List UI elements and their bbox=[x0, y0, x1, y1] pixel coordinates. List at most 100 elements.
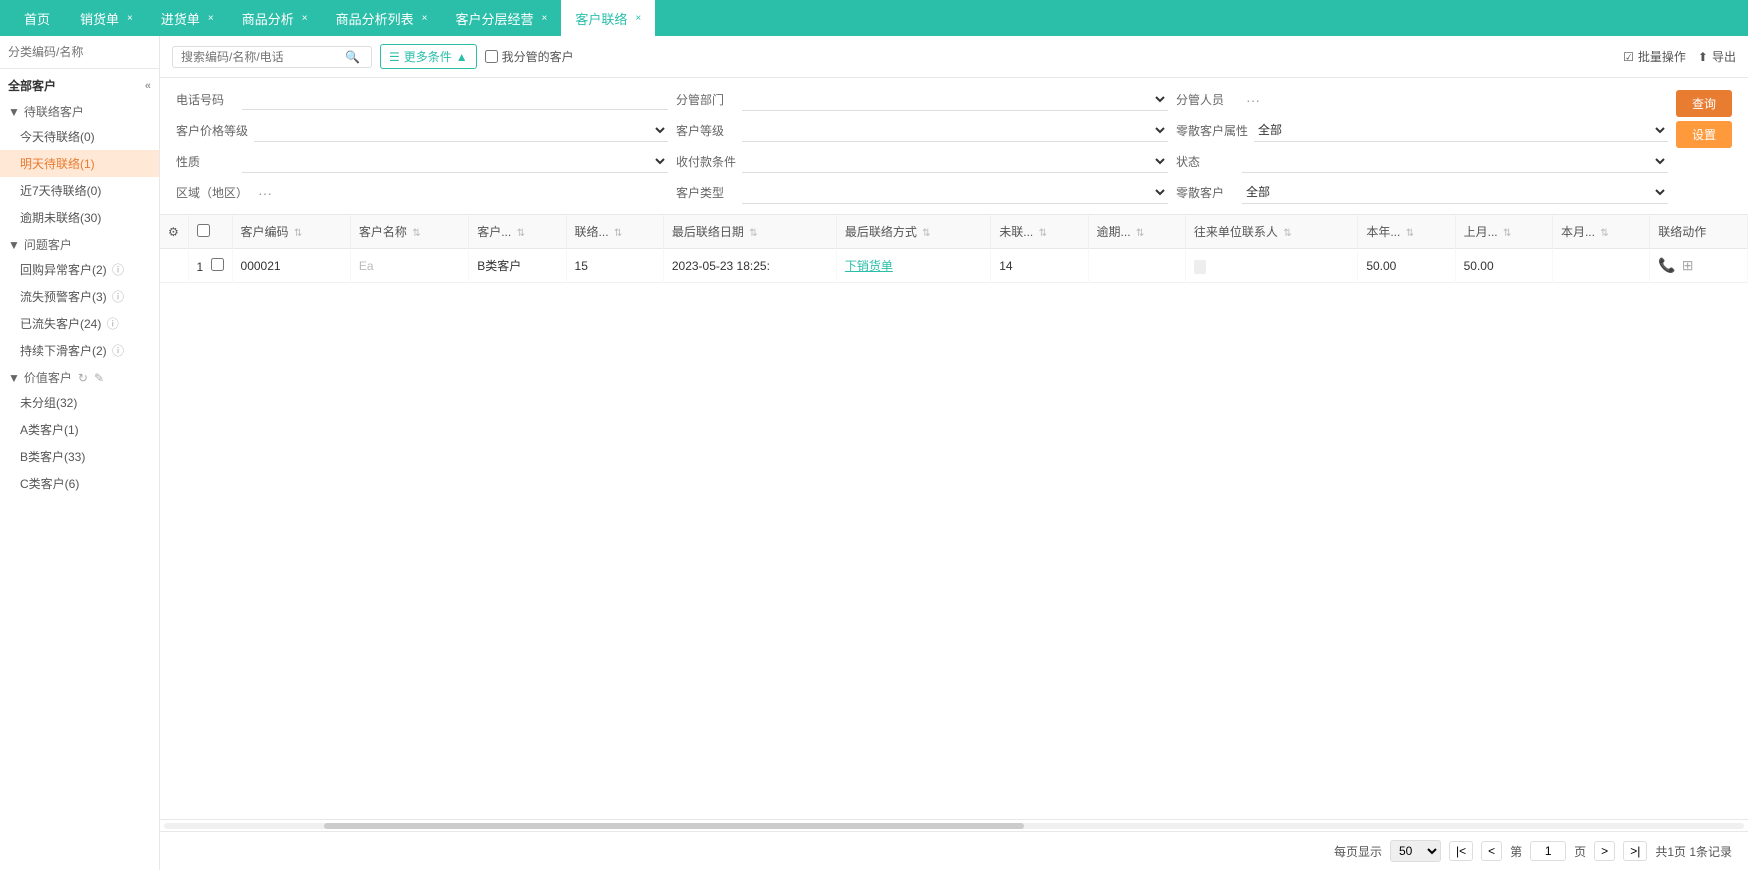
group-problem-customers[interactable]: ▼ 问题客户 bbox=[0, 231, 159, 256]
sidebar-churned[interactable]: 已流失客户(24) ⓘ bbox=[0, 310, 159, 337]
sort-icon-method[interactable]: ⇅ bbox=[922, 228, 930, 239]
query-button[interactable]: 查询 bbox=[1676, 90, 1732, 117]
batch-op-btn[interactable]: ☑ 批量操作 bbox=[1623, 48, 1686, 65]
group-pending-contact[interactable]: ▼ 待联络客户 bbox=[0, 98, 159, 123]
col-last-contact-method: 最后联络方式 ⇅ bbox=[836, 215, 990, 249]
nav-customer-contact[interactable]: 客户联络 × bbox=[561, 0, 655, 36]
filter-phone-input[interactable] bbox=[242, 89, 668, 110]
nav-sales-order[interactable]: 销货单 × bbox=[66, 0, 147, 36]
page-size-select[interactable]: 50 100 200 bbox=[1390, 840, 1441, 862]
first-page-btn[interactable]: |< bbox=[1449, 841, 1473, 861]
value-edit-icon[interactable]: ✎ bbox=[94, 371, 104, 385]
filter-price-level: 客户价格等级 bbox=[176, 119, 668, 142]
content-area: 🔍 ☰ 更多条件 ▲ 我分管的客户 ☑ 批量操作 ⬆ 导出 bbox=[160, 36, 1748, 870]
filter-payment-select[interactable] bbox=[742, 150, 1168, 173]
filter-dept-select[interactable] bbox=[742, 88, 1168, 111]
sort-icon-month[interactable]: ⇅ bbox=[1600, 228, 1608, 239]
select-all-checkbox[interactable] bbox=[197, 224, 210, 237]
sidebar-overdue-contact[interactable]: 逾期未联络(30) bbox=[0, 204, 159, 231]
sort-icon-year[interactable]: ⇅ bbox=[1406, 228, 1414, 239]
last-page-btn[interactable]: >| bbox=[1623, 841, 1647, 861]
sidebar-collapse-icon[interactable]: « bbox=[145, 80, 151, 92]
sort-icon-contacts[interactable]: ⇅ bbox=[614, 228, 622, 239]
horizontal-scrollbar[interactable] bbox=[160, 819, 1748, 831]
col-settings[interactable]: ⚙ bbox=[160, 215, 188, 249]
nav-customer-segment[interactable]: 客户分层经营 × bbox=[441, 0, 561, 36]
row-contacts: 15 bbox=[566, 249, 663, 283]
action-phone-icon[interactable]: 📞 bbox=[1658, 257, 1675, 274]
nav-purchase-order[interactable]: 进货单 × bbox=[147, 0, 228, 36]
nav-contact-close[interactable]: × bbox=[635, 13, 641, 24]
sort-icon-name[interactable]: ⇅ bbox=[412, 228, 420, 239]
sidebar-search-input[interactable] bbox=[8, 45, 160, 59]
row-this-month bbox=[1552, 249, 1649, 283]
sort-icon-overdue[interactable]: ⇅ bbox=[1136, 228, 1144, 239]
nav-product-analysis-close[interactable]: × bbox=[302, 13, 308, 24]
sort-icon-code[interactable]: ⇅ bbox=[294, 228, 302, 239]
filter-retail-customer: 零散客户 全部 bbox=[1176, 181, 1668, 204]
filter-price-select[interactable] bbox=[254, 119, 668, 142]
sidebar-7day-contact[interactable]: 近7天待联络(0) bbox=[0, 177, 159, 204]
row-checkbox[interactable] bbox=[211, 258, 224, 271]
export-label: 导出 bbox=[1712, 48, 1736, 65]
nav-product-list-close[interactable]: × bbox=[422, 13, 428, 24]
sidebar-tomorrow-contact[interactable]: 明天待联络(1) bbox=[0, 150, 159, 177]
sort-icon-uncontacted[interactable]: ⇅ bbox=[1039, 228, 1047, 239]
nav-segment-close[interactable]: × bbox=[541, 13, 547, 24]
prev-page-btn[interactable]: < bbox=[1481, 841, 1502, 861]
filter-region-dots[interactable]: ··· bbox=[254, 185, 276, 201]
sidebar-today-contact[interactable]: 今天待联络(0) bbox=[0, 123, 159, 150]
sidebar-churn-warning[interactable]: 流失预警客户(3) ⓘ bbox=[0, 283, 159, 310]
sidebar-repurchase-abnormal[interactable]: 回购异常客户(2) ⓘ bbox=[0, 256, 159, 283]
sidebar-declining[interactable]: 持续下滑客户(2) ⓘ bbox=[0, 337, 159, 364]
group-title-1: 问题客户 bbox=[24, 236, 72, 253]
col-uncontacted: 未联... ⇅ bbox=[991, 215, 1088, 249]
search-input[interactable] bbox=[181, 50, 341, 64]
sort-icon-date[interactable]: ⇅ bbox=[749, 228, 757, 239]
filter-person-dots[interactable]: ··· bbox=[1242, 92, 1264, 108]
action-grid-icon[interactable]: ⊞ bbox=[1682, 257, 1694, 274]
filter-customer-type: 客户类型 bbox=[676, 181, 1168, 204]
nav-product-analysis[interactable]: 商品分析 × bbox=[228, 0, 322, 36]
sidebar-a-class[interactable]: A类客户(1) bbox=[0, 416, 159, 443]
nav-sales-close[interactable]: × bbox=[127, 13, 133, 24]
filter-type-select[interactable] bbox=[742, 181, 1168, 204]
sidebar-b-class[interactable]: B类客户(33) bbox=[0, 443, 159, 470]
action-icons: 📞 ⊞ bbox=[1658, 257, 1739, 274]
set-button[interactable]: 设置 bbox=[1676, 121, 1732, 148]
col-actions: 联络动作 bbox=[1650, 215, 1748, 249]
sort-icon-type[interactable]: ⇅ bbox=[517, 228, 525, 239]
my-customers-checkbox[interactable] bbox=[485, 50, 498, 63]
all-customers-header[interactable]: 全部客户 « bbox=[0, 69, 159, 98]
filter-retail-attr-select[interactable]: 全部 bbox=[1254, 119, 1668, 142]
filter-nature-select[interactable] bbox=[242, 150, 668, 173]
page-number-input[interactable] bbox=[1530, 841, 1566, 861]
filter-retail-select[interactable]: 全部 bbox=[1242, 181, 1668, 204]
more-filter-btn[interactable]: ☰ 更多条件 ▲ bbox=[380, 44, 477, 69]
settings-icon[interactable]: ⚙ bbox=[168, 225, 179, 239]
filter-status-select[interactable] bbox=[1242, 150, 1668, 173]
group-value-customers[interactable]: ▼ 价值客户 ↻ ✎ bbox=[0, 364, 159, 389]
value-refresh-icon[interactable]: ↻ bbox=[78, 371, 88, 385]
filter-level-select[interactable] bbox=[742, 119, 1168, 142]
contact-method-link[interactable]: 下销货单 bbox=[845, 259, 893, 273]
nav-product-analysis-list[interactable]: 商品分析列表 × bbox=[322, 0, 442, 36]
sidebar-c-class[interactable]: C类客户(6) bbox=[0, 470, 159, 497]
sidebar-search-wrap: 🔍 bbox=[0, 36, 159, 69]
nav-purchase-close[interactable]: × bbox=[208, 13, 214, 24]
scrollbar-track bbox=[164, 823, 1744, 829]
filter-region: 区域（地区） ··· bbox=[176, 184, 668, 201]
filter-region-label: 区域（地区） bbox=[176, 184, 248, 201]
export-btn[interactable]: ⬆ 导出 bbox=[1698, 48, 1736, 65]
scrollbar-thumb[interactable] bbox=[324, 823, 1024, 829]
nav-home[interactable]: 首页 bbox=[8, 0, 66, 36]
my-customers-check[interactable]: 我分管的客户 bbox=[485, 48, 574, 65]
sort-icon-lmonth[interactable]: ⇅ bbox=[1503, 228, 1511, 239]
nav-purchase-label: 进货单 bbox=[161, 9, 200, 28]
row-this-year: 50.00 bbox=[1358, 249, 1455, 283]
next-page-btn[interactable]: > bbox=[1594, 841, 1615, 861]
sidebar-ungrouped[interactable]: 未分组(32) bbox=[0, 389, 159, 416]
toolbar-search-icon[interactable]: 🔍 bbox=[345, 50, 360, 64]
info-icon-3: ⓘ bbox=[112, 344, 124, 358]
sort-icon-unit[interactable]: ⇅ bbox=[1283, 228, 1291, 239]
